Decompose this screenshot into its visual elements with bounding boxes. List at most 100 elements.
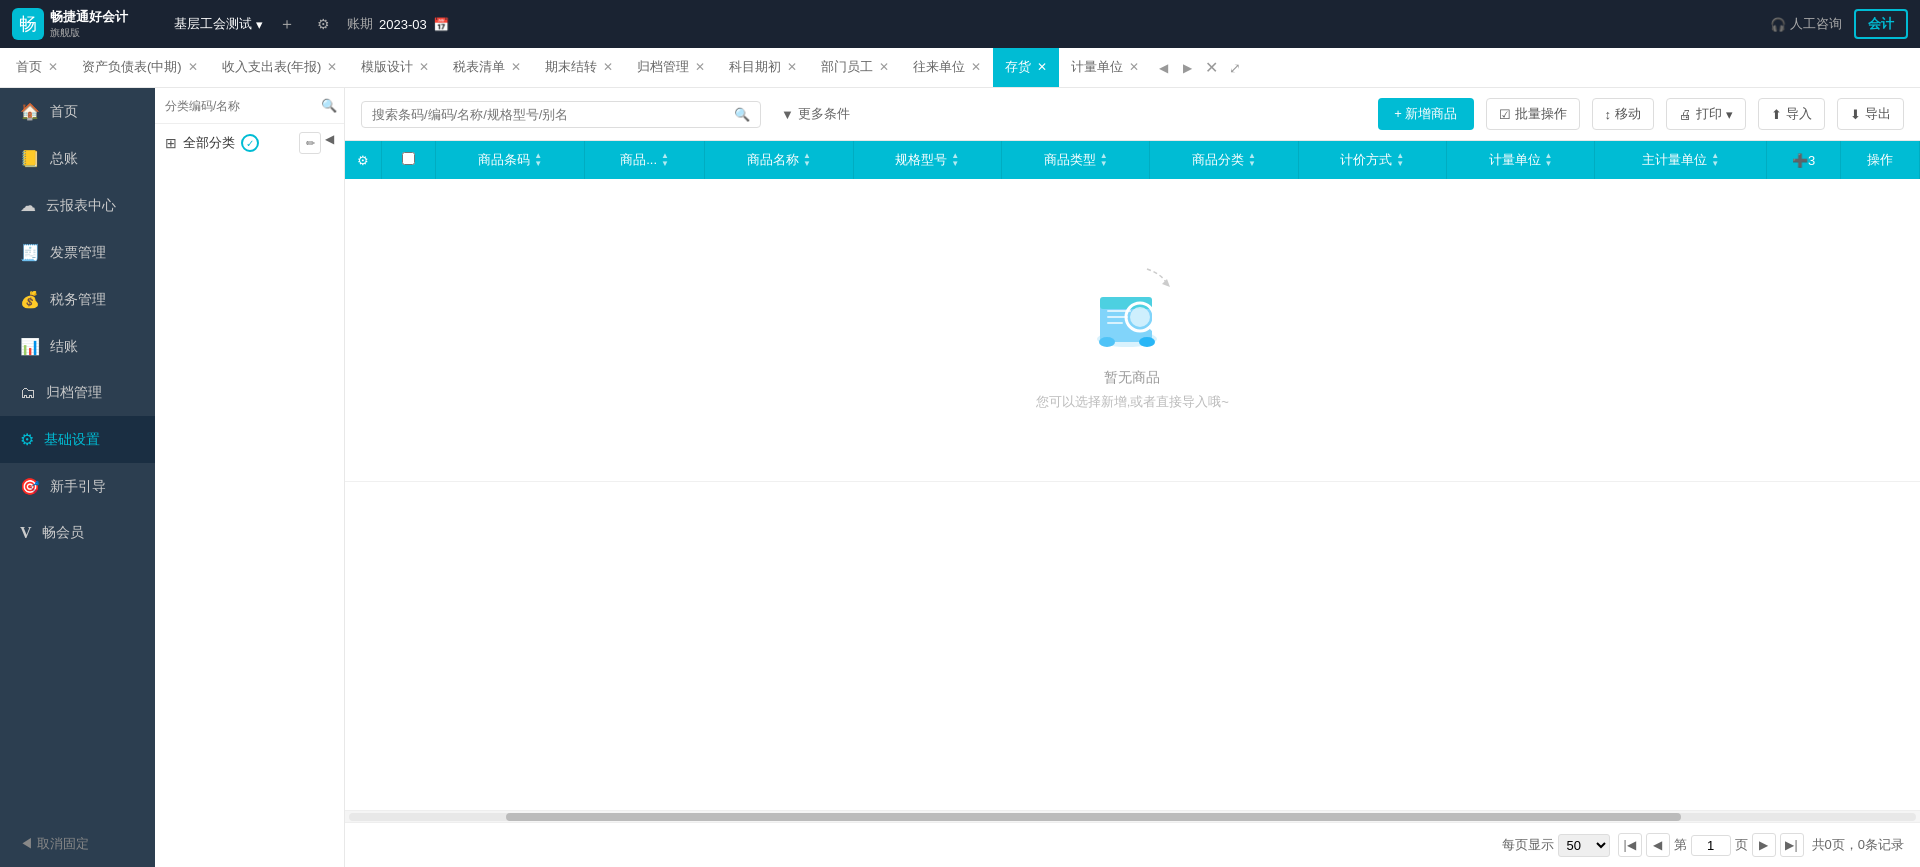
sidebar-item-member[interactable]: V 畅会员 <box>0 510 155 556</box>
tab-inventory-close[interactable]: ✕ <box>1037 61 1047 73</box>
col-price-method[interactable]: 计价方式▲▼ <box>1298 141 1446 179</box>
sidebar-item-invoice[interactable]: 🧾 发票管理 <box>0 229 155 276</box>
last-page-button[interactable]: ▶| <box>1780 833 1804 857</box>
chevron-down-icon: ▾ <box>256 17 263 32</box>
first-page-button[interactable]: |◀ <box>1618 833 1642 857</box>
tab-unit-close[interactable]: ✕ <box>1129 61 1139 73</box>
category-search-input[interactable] <box>165 99 315 113</box>
page-prefix-label: 第 <box>1674 836 1687 854</box>
sidebar-item-archive[interactable]: 🗂 归档管理 <box>0 370 155 416</box>
tab-prev-button[interactable]: ◀ <box>1151 48 1175 88</box>
search-submit-icon[interactable]: 🔍 <box>734 107 750 122</box>
settings-icon[interactable]: ⚙ <box>311 12 335 36</box>
filter-label: 更多条件 <box>798 105 850 123</box>
tab-inventory[interactable]: 存货 ✕ <box>993 48 1059 88</box>
tab-period-close-label: 期末结转 <box>545 58 597 76</box>
scroll-thumb[interactable] <box>506 813 1681 821</box>
add-product-button[interactable]: + 新增商品 <box>1378 98 1473 130</box>
scroll-track <box>349 813 1916 821</box>
tab-archive[interactable]: 归档管理 ✕ <box>625 48 717 88</box>
tab-unit-label: 计量单位 <box>1071 58 1123 76</box>
tab-expand-button[interactable]: ⤢ <box>1223 48 1247 88</box>
support-button[interactable]: 🎧 人工咨询 <box>1770 15 1842 33</box>
sidebar-item-settings[interactable]: ⚙ 基础设置 <box>0 416 155 463</box>
tab-subject[interactable]: 科目期初 ✕ <box>717 48 809 88</box>
tab-income-close[interactable]: ✕ <box>327 61 337 73</box>
calendar-icon[interactable]: 📅 <box>433 17 449 32</box>
export-button[interactable]: ⬇ 导出 <box>1837 98 1904 130</box>
sidebar-item-ledger[interactable]: 📒 总账 <box>0 135 155 182</box>
tab-tax-close[interactable]: ✕ <box>511 61 521 73</box>
product-table-container: ⚙ 商品条码▲▼ 商品...▲▼ 商品名称▲▼ <box>345 141 1920 810</box>
tab-contact[interactable]: 往来单位 ✕ <box>901 48 993 88</box>
sidebar-item-tax[interactable]: 💰 税务管理 <box>0 276 155 323</box>
tab-home[interactable]: 首页 ✕ <box>4 48 70 88</box>
empty-state: 暂无商品 您可以选择新增,或者直接导入哦~ <box>353 189 1912 471</box>
tab-template-label: 模版设计 <box>361 58 413 76</box>
sidebar-item-settings-label: 基础设置 <box>44 431 100 449</box>
sidebar-item-close-label: 结账 <box>50 338 78 356</box>
category-edit-button[interactable]: ✏ <box>299 132 321 154</box>
col-checkbox[interactable] <box>381 141 436 179</box>
tab-income[interactable]: 收入支出表(年报) ✕ <box>210 48 350 88</box>
tab-department-close[interactable]: ✕ <box>879 61 889 73</box>
print-dropdown-icon: ▾ <box>1726 107 1733 122</box>
col-code[interactable]: 商品...▲▼ <box>584 141 705 179</box>
more-filter-button[interactable]: ▼ 更多条件 <box>773 100 858 128</box>
move-button[interactable]: ↕ 移动 <box>1592 98 1655 130</box>
col-spec[interactable]: 规格型号▲▼ <box>853 141 1001 179</box>
sidebar-item-newuser[interactable]: 🎯 新手引导 <box>0 463 155 510</box>
sidebar-unpin-button[interactable]: ◀ 取消固定 <box>0 821 155 867</box>
account-button[interactable]: 会计 <box>1854 9 1908 39</box>
sidebar-item-home[interactable]: 🏠 首页 <box>0 88 155 135</box>
product-search-input[interactable] <box>372 107 728 122</box>
horizontal-scrollbar[interactable] <box>345 810 1920 822</box>
tab-archive-close[interactable]: ✕ <box>695 61 705 73</box>
per-page-label: 每页显示 <box>1502 836 1554 854</box>
category-search-icon[interactable]: 🔍 <box>321 98 337 113</box>
page-number-input[interactable] <box>1691 835 1731 856</box>
prev-page-button[interactable]: ◀ <box>1646 833 1670 857</box>
batch-operation-button[interactable]: ☑ 批量操作 <box>1486 98 1580 130</box>
tab-period-close-close[interactable]: ✕ <box>603 61 613 73</box>
tab-template-close[interactable]: ✕ <box>419 61 429 73</box>
col-unit[interactable]: 计量单位▲▼ <box>1446 141 1594 179</box>
import-button[interactable]: ⬆ 导入 <box>1758 98 1825 130</box>
period-value: 2023-03 <box>379 17 427 32</box>
tab-department[interactable]: 部门员工 ✕ <box>809 48 901 88</box>
tab-contact-close[interactable]: ✕ <box>971 61 981 73</box>
tab-close-all-button[interactable]: ✕ <box>1199 48 1223 88</box>
sidebar-item-close[interactable]: 📊 结账 <box>0 323 155 370</box>
tab-subject-close[interactable]: ✕ <box>787 61 797 73</box>
left-category-panel: 🔍 ⊞ 全部分类 ✓ ✏ ◀ <box>155 88 345 867</box>
all-category-label: 全部分类 <box>183 134 235 152</box>
tab-home-close[interactable]: ✕ <box>48 61 58 73</box>
col-extra[interactable]: ➕3 <box>1767 141 1841 179</box>
company-selector[interactable]: 基层工会测试 ▾ <box>174 15 263 33</box>
col-settings[interactable]: ⚙ <box>345 141 381 179</box>
col-name[interactable]: 商品名称▲▼ <box>705 141 853 179</box>
tab-tax[interactable]: 税表清单 ✕ <box>441 48 533 88</box>
category-collapse-button[interactable]: ◀ <box>325 132 334 154</box>
col-barcode[interactable]: 商品条码▲▼ <box>436 141 584 179</box>
tab-department-label: 部门员工 <box>821 58 873 76</box>
print-button[interactable]: 🖨 打印 ▾ <box>1666 98 1746 130</box>
svg-point-4 <box>1139 337 1155 347</box>
col-type[interactable]: 商品类型▲▼ <box>1001 141 1149 179</box>
grid-icon: ⊞ <box>165 135 177 151</box>
per-page-select[interactable]: 50 100 200 <box>1558 834 1610 857</box>
col-main-unit[interactable]: 主计量单位▲▼ <box>1595 141 1767 179</box>
select-all-checkbox[interactable] <box>402 152 415 165</box>
tab-balance-sheet-close[interactable]: ✕ <box>188 61 198 73</box>
tab-unit[interactable]: 计量单位 ✕ <box>1059 48 1151 88</box>
tab-period-close[interactable]: 期末结转 ✕ <box>533 48 625 88</box>
sidebar-item-reports-label: 云报表中心 <box>46 197 116 215</box>
next-page-button[interactable]: ▶ <box>1752 833 1776 857</box>
tab-balance-sheet[interactable]: 资产负债表(中期) ✕ <box>70 48 210 88</box>
tab-next-button[interactable]: ▶ <box>1175 48 1199 88</box>
col-category[interactable]: 商品分类▲▼ <box>1150 141 1298 179</box>
tab-template[interactable]: 模版设计 ✕ <box>349 48 441 88</box>
sidebar-item-reports[interactable]: ☁ 云报表中心 <box>0 182 155 229</box>
import-icon: ⬆ <box>1771 107 1782 122</box>
add-tab-button[interactable]: ＋ <box>275 12 299 36</box>
